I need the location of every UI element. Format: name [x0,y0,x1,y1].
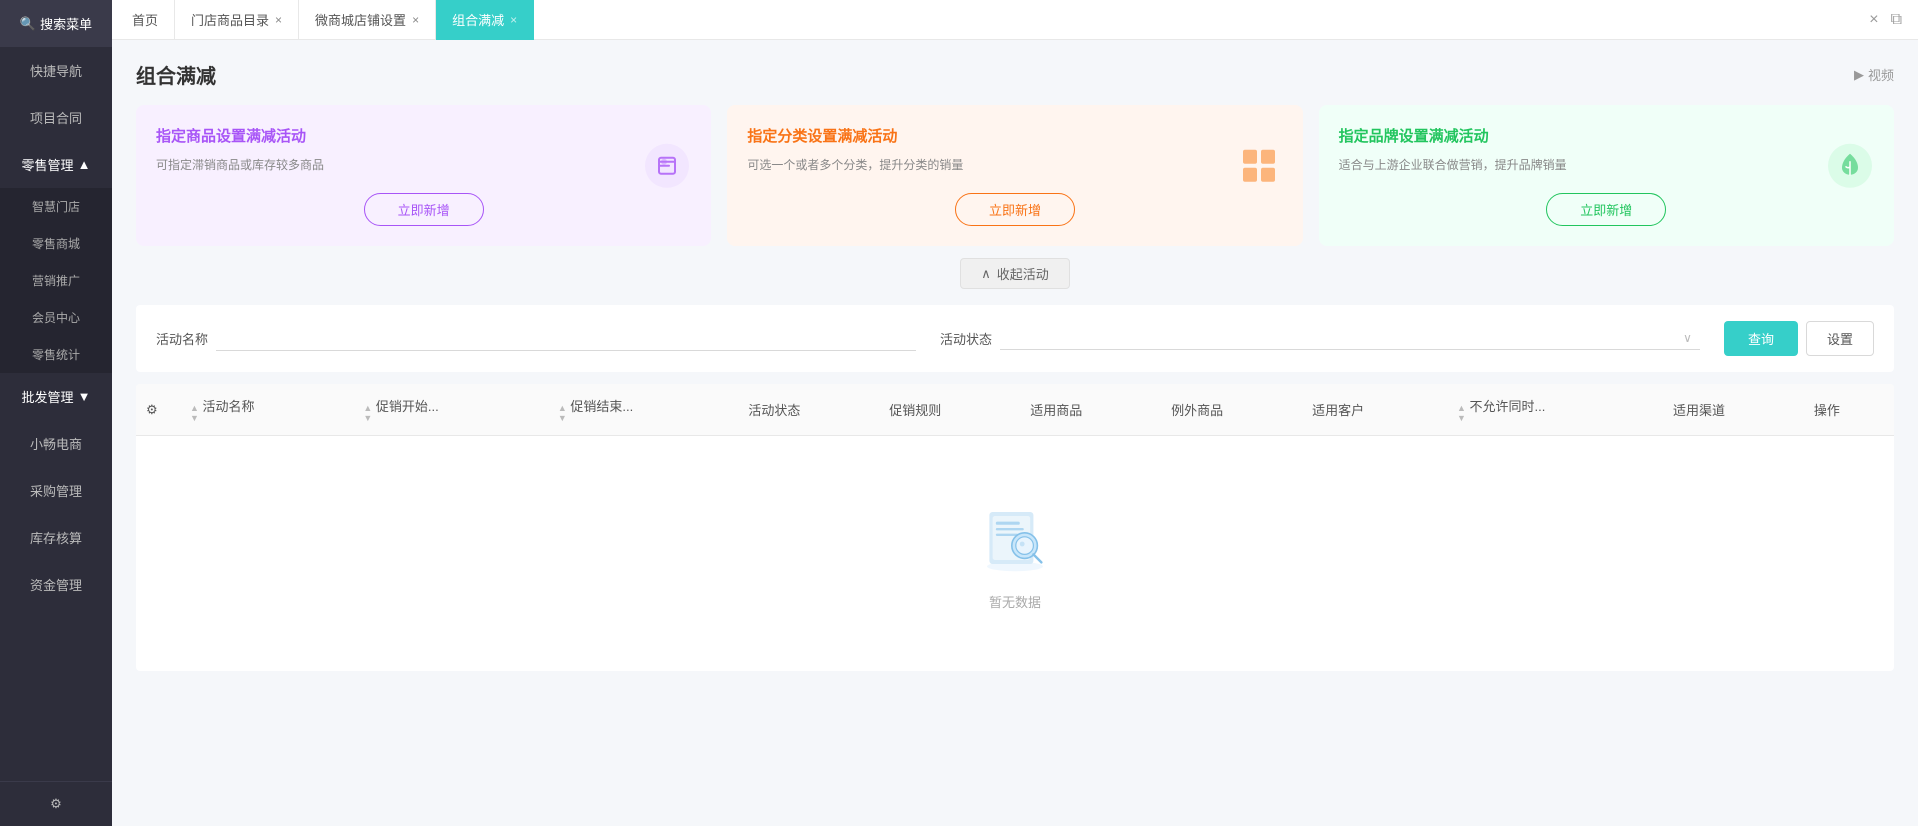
setting-btn[interactable]: 设置 [1806,321,1874,356]
sidebar-search[interactable]: 🔍 搜索菜单 [0,0,112,47]
window-restore-btn[interactable]: ⧉ [1891,11,1902,29]
content-area: 组合满减 ▶ 视频 指定商品设置满减活动 可指定滞销商品或库存较多商品 [112,40,1918,826]
sidebar-item-wholesale-mgmt[interactable]: 批发管理 ▼ [0,373,112,420]
table-col-applicable-channel: 适用渠道 [1663,384,1804,436]
filter-actions: 查询 设置 [1724,321,1874,356]
sidebar-item-inventory-calc[interactable]: 库存核算 [0,514,112,561]
table-col-applicable-customer: 适用客户 [1302,384,1443,436]
wholesale-mgmt-label: 批发管理 [22,387,74,406]
table-col-exception-goods: 例外商品 [1161,384,1302,436]
chevron-up-icon: ∧ [981,266,991,282]
sidebar-settings-btn[interactable]: ⚙ [0,782,112,826]
table-col-applicable-goods: 适用商品 [1020,384,1161,436]
category-card-desc: 可选一个或者多个分类，提升分类的销量 [747,156,1282,175]
sidebar-item-smart-store[interactable]: 智慧门店 [0,188,112,225]
activity-name-field: 活动名称 [156,327,916,351]
tab-wechat-shop-close[interactable]: × [412,13,419,27]
settings-icon: ⚙ [50,796,62,812]
tab-combo-discount-close[interactable]: × [510,13,517,27]
sidebar-item-xiaochangec[interactable]: 小畅电商 [0,420,112,467]
brand-card-desc: 适合与上游企业联合做营销，提升品牌销量 [1339,156,1874,175]
activity-name-label: 活动名称 [156,329,208,348]
project-contract-label: 项目合同 [30,108,82,127]
retail-mgmt-label: 零售管理 [22,155,74,174]
table-col-not-allow-concurrent[interactable]: ▲▼ 不允许同时... [1443,384,1663,436]
data-table: ⚙ ▲▼ 活动名称 ▲▼ 促销开始... ▲▼ 促销结束... [136,384,1894,671]
sidebar: 🔍 搜索菜单 快捷导航 项目合同 零售管理 ▲ 智慧门店 零售商城 营销推广 会… [0,0,112,826]
category-card-title: 指定分类设置满减活动 [747,125,1282,146]
sort-icon: ▲▼ [190,404,199,423]
product-card-desc: 可指定滞销商品或库存较多商品 [156,156,691,175]
sidebar-item-marketing[interactable]: 营销推广 [0,262,112,299]
main-area: 首页 门店商品目录 × 微商城店铺设置 × 组合满减 × × ⧉ 组合满减 ▶ … [112,0,1918,826]
data-table-container: ⚙ ▲▼ 活动名称 ▲▼ 促销开始... ▲▼ 促销结束... [136,384,1894,671]
tab-wechat-shop[interactable]: 微商城店铺设置 × [299,0,436,40]
window-close-btn[interactable]: × [1869,11,1878,29]
query-btn[interactable]: 查询 [1724,321,1798,356]
product-card-title: 指定商品设置满减活动 [156,125,691,146]
category-discount-card: 指定分类设置满减活动 可选一个或者多个分类，提升分类的销量 立即新增 [727,105,1302,246]
dropdown-icon: ∨ [1683,331,1692,345]
empty-state-row: 暂无数据 [136,436,1894,672]
sidebar-item-retail-stats[interactable]: 零售统计 [0,336,112,373]
brand-card-title: 指定品牌设置满减活动 [1339,125,1874,146]
tab-store-catalog-close[interactable]: × [275,13,282,27]
table-col-activity-name[interactable]: ▲▼ 活动名称 [176,384,349,436]
table-col-activity-status: 活动状态 [738,384,879,436]
tab-window-actions: × ⧉ [1869,11,1910,29]
activity-status-label: 活动状态 [940,329,992,348]
empty-state: 暂无数据 [136,436,1894,671]
product-card-add-btn[interactable]: 立即新增 [364,193,484,226]
collapse-bar: ∧ 收起活动 [136,258,1894,289]
activity-status-select[interactable]: ∨ [1000,327,1700,350]
chevron-up-icon: ▲ [78,157,91,172]
chevron-down-icon: ▼ [78,389,91,404]
tab-store-catalog[interactable]: 门店商品目录 × [175,0,299,40]
sort-icon-end: ▲▼ [558,404,567,423]
table-col-operation: 操作 [1804,384,1894,436]
gear-icon: ⚙ [146,402,158,417]
collapse-activities-btn[interactable]: ∧ 收起活动 [960,258,1070,289]
table-col-promo-rule: 促销规则 [879,384,1020,436]
table-col-promo-end[interactable]: ▲▼ 促销结束... [544,384,739,436]
empty-text: 暂无数据 [156,592,1874,611]
sidebar-item-retail-mall[interactable]: 零售商城 [0,225,112,262]
quick-nav-label: 快捷导航 [30,61,82,80]
brand-discount-card: 指定品牌设置满减活动 适合与上游企业联合做营销，提升品牌销量 立即新增 [1319,105,1894,246]
table-header-row: ⚙ ▲▼ 活动名称 ▲▼ 促销开始... ▲▼ 促销结束... [136,384,1894,436]
activity-name-input[interactable] [216,327,916,351]
product-card-icon [643,141,691,198]
category-card-icon [1235,141,1283,198]
tabs-bar: 首页 门店商品目录 × 微商城店铺设置 × 组合满减 × × ⧉ [112,0,1918,40]
sort-icon-concurrent: ▲▼ [1457,404,1466,423]
sidebar-item-quick-nav[interactable]: 快捷导航 [0,47,112,94]
page-title: 组合满减 [136,60,216,89]
search-icon: 🔍 [20,16,36,32]
sidebar-item-fund-mgmt[interactable]: 资金管理 [0,561,112,608]
activity-status-field: 活动状态 ∨ [940,327,1700,350]
tab-combo-discount[interactable]: 组合满减 × [436,0,534,40]
sidebar-item-retail-mgmt[interactable]: 零售管理 ▲ [0,141,112,188]
table-col-promo-start[interactable]: ▲▼ 促销开始... [349,384,544,436]
product-discount-card: 指定商品设置满减活动 可指定滞销商品或库存较多商品 立即新增 [136,105,711,246]
empty-icon [965,496,1065,576]
category-card-add-btn[interactable]: 立即新增 [955,193,1075,226]
play-icon: ▶ [1854,67,1864,83]
cards-row: 指定商品设置满减活动 可指定滞销商品或库存较多商品 立即新增 指定分类设置满减活… [136,105,1894,246]
sort-icon-start: ▲▼ [363,404,372,423]
video-link[interactable]: ▶ 视频 [1854,65,1894,84]
filter-row: 活动名称 活动状态 ∨ 查询 设置 [136,305,1894,372]
page-header: 组合满减 ▶ 视频 [136,60,1894,89]
sidebar-item-purchase-mgmt[interactable]: 采购管理 [0,467,112,514]
table-col-settings[interactable]: ⚙ [136,384,176,436]
tab-home[interactable]: 首页 [120,0,175,40]
brand-card-add-btn[interactable]: 立即新增 [1546,193,1666,226]
sidebar-item-member-center[interactable]: 会员中心 [0,299,112,336]
brand-card-icon [1826,141,1874,198]
sidebar-item-project-contract[interactable]: 项目合同 [0,94,112,141]
